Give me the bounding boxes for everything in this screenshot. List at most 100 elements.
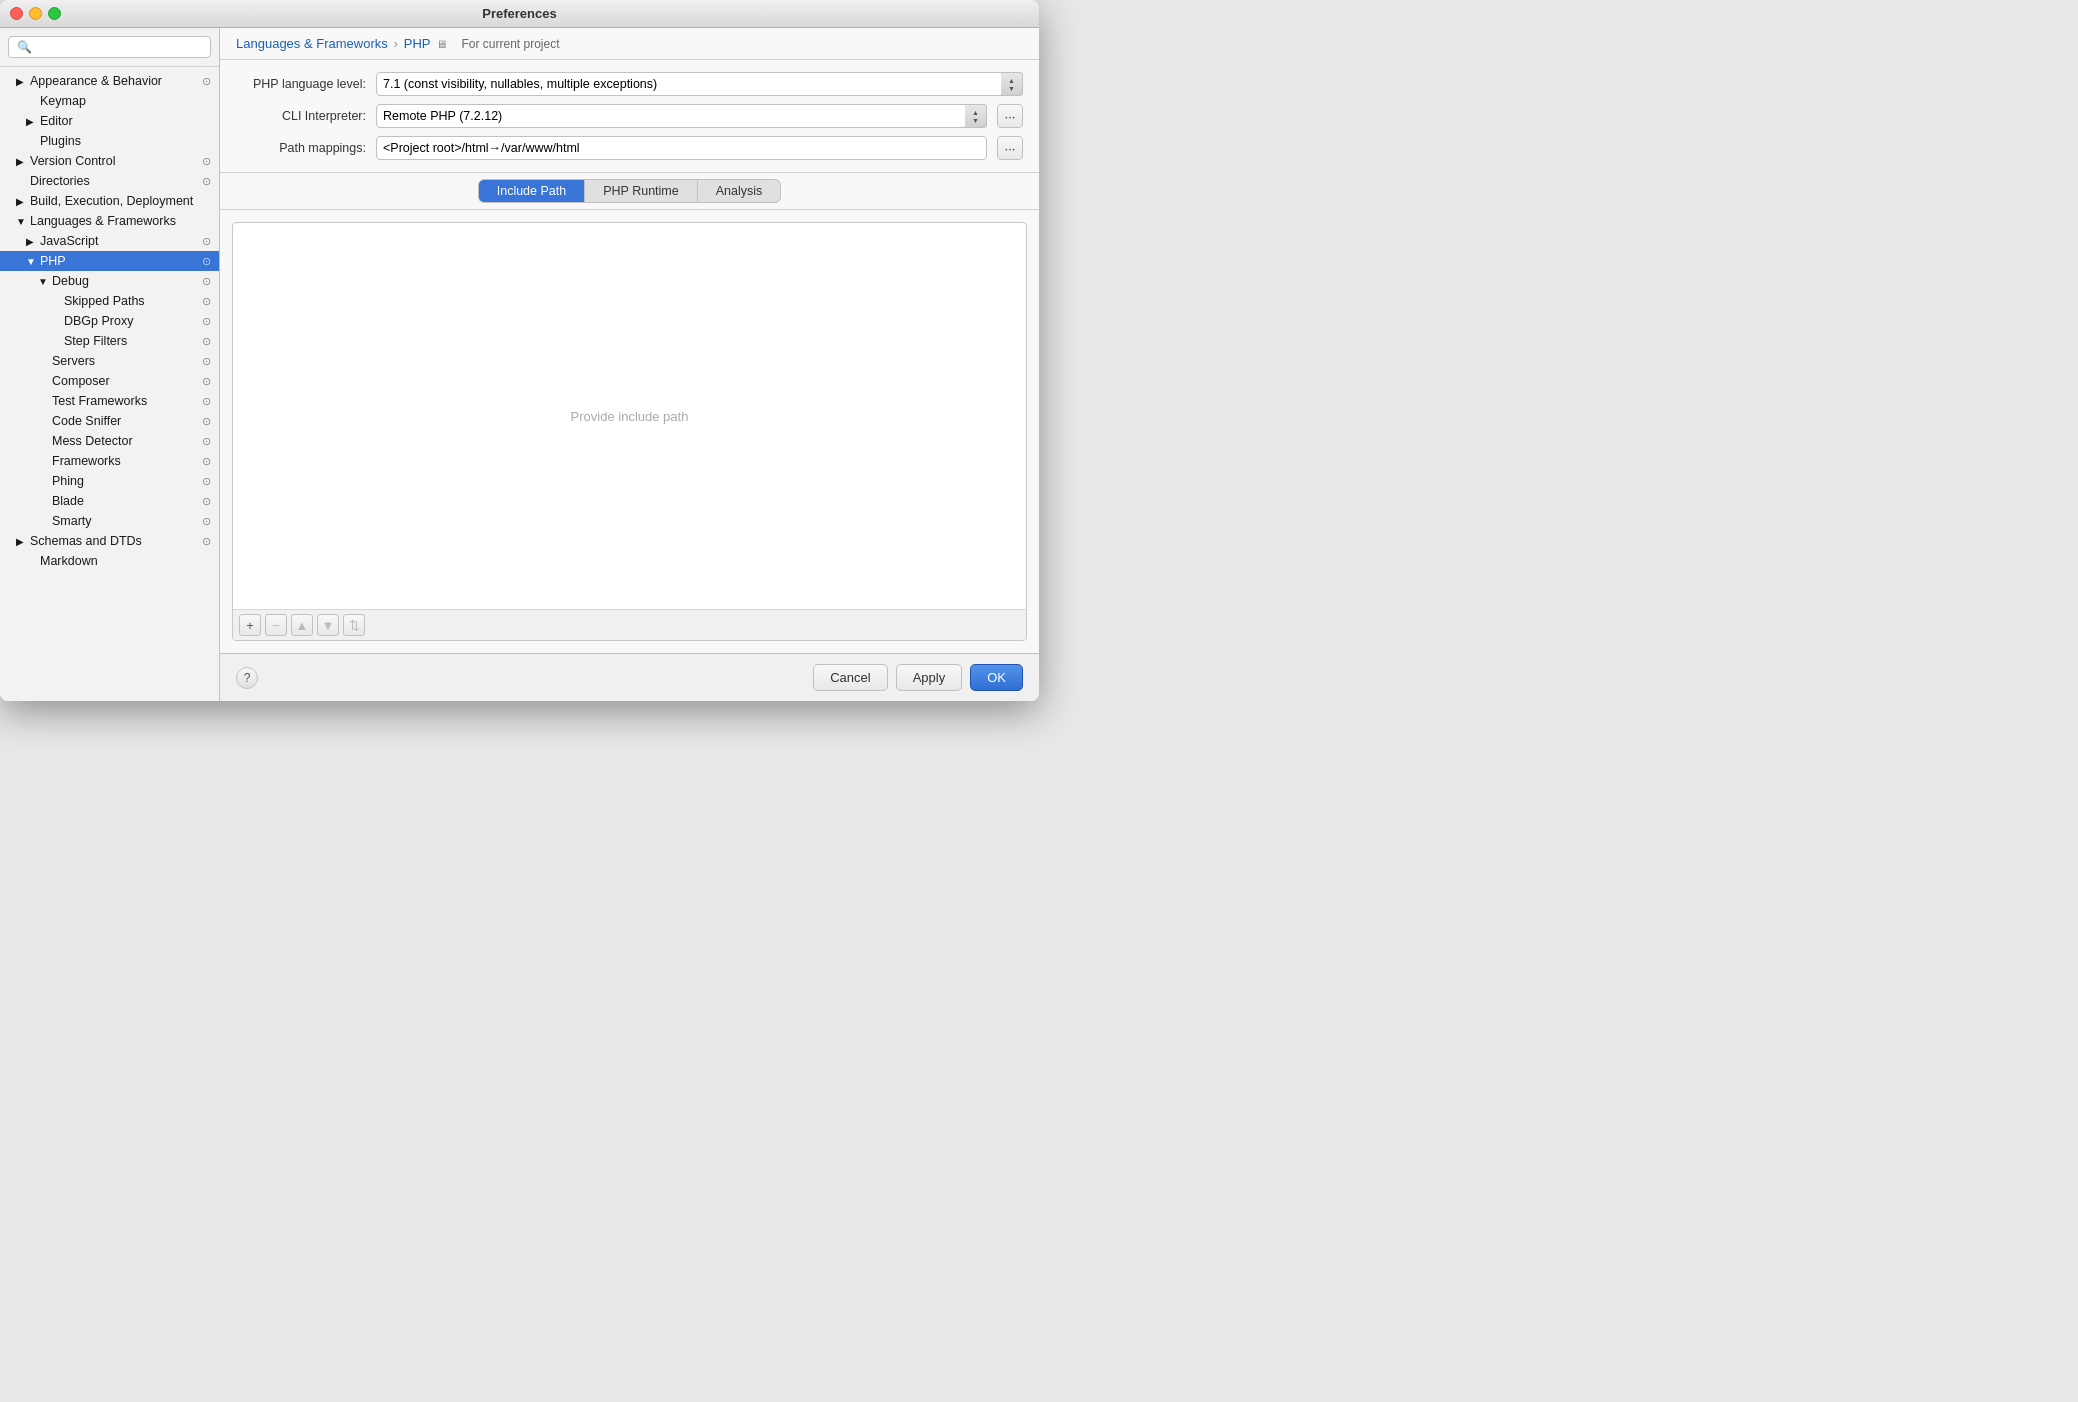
sidebar-item-skipped-paths[interactable]: Skipped Paths ⊙ xyxy=(0,291,219,311)
breadcrumb-separator: › xyxy=(394,37,398,51)
sidebar-item-debug[interactable]: ▼ Debug ⊙ xyxy=(0,271,219,291)
cli-label: CLI Interpreter: xyxy=(236,109,366,123)
sidebar-item-php[interactable]: ▼ PHP ⊙ xyxy=(0,251,219,271)
sidebar-item-frameworks[interactable]: Frameworks ⊙ xyxy=(0,451,219,471)
sidebar-item-mess-detector[interactable]: Mess Detector ⊙ xyxy=(0,431,219,451)
tab-include-path[interactable]: Include Path xyxy=(479,180,586,202)
settings-icon: ⊙ xyxy=(202,335,211,348)
php-level-row: PHP language level: 7.1 (const visibilit… xyxy=(236,72,1023,96)
settings-icon: ⊙ xyxy=(202,535,211,548)
sidebar-item-plugins[interactable]: Plugins xyxy=(0,131,219,151)
panel-area: Provide include path + − ▲ ▼ ⇅ xyxy=(220,210,1039,653)
path-input[interactable] xyxy=(376,136,987,160)
sidebar-item-composer[interactable]: Composer ⊙ xyxy=(0,371,219,391)
tab-php-runtime[interactable]: PHP Runtime xyxy=(585,180,698,202)
settings-icon: ⊙ xyxy=(202,375,211,388)
cli-arrow[interactable]: ▲ ▼ xyxy=(965,104,987,128)
sidebar-item-label: Schemas and DTDs xyxy=(30,534,142,548)
php-level-label: PHP language level: xyxy=(236,77,366,91)
sidebar-item-label: Directories xyxy=(30,174,90,188)
sidebar-item-smarty[interactable]: Smarty ⊙ xyxy=(0,511,219,531)
sidebar-item-label: PHP xyxy=(40,254,66,268)
arrow-icon: ▶ xyxy=(26,236,36,247)
breadcrumb-parent[interactable]: Languages & Frameworks xyxy=(236,36,388,51)
bottom-bar: ? Cancel Apply OK xyxy=(220,653,1039,701)
move-up-button[interactable]: ▲ xyxy=(291,614,313,636)
chevron-up-icon: ▲ xyxy=(1008,77,1015,84)
settings-icon: ⊙ xyxy=(202,255,211,268)
sidebar-item-appearance[interactable]: ▶ Appearance & Behavior ⊙ xyxy=(0,71,219,91)
sidebar-item-languages[interactable]: ▼ Languages & Frameworks xyxy=(0,211,219,231)
settings-icon: ⊙ xyxy=(202,355,211,368)
sidebar-item-label: Languages & Frameworks xyxy=(30,214,176,228)
ok-button[interactable]: OK xyxy=(970,664,1023,691)
sidebar-item-dbgp-proxy[interactable]: DBGp Proxy ⊙ xyxy=(0,311,219,331)
sidebar-item-label: DBGp Proxy xyxy=(64,314,133,328)
sidebar-item-version-control[interactable]: ▶ Version Control ⊙ xyxy=(0,151,219,171)
sidebar-item-test-frameworks[interactable]: Test Frameworks ⊙ xyxy=(0,391,219,411)
sidebar-item-build[interactable]: ▶ Build, Execution, Deployment xyxy=(0,191,219,211)
sort-button[interactable]: ⇅ xyxy=(343,614,365,636)
sidebar-item-blade[interactable]: Blade ⊙ xyxy=(0,491,219,511)
sidebar-item-label: Version Control xyxy=(30,154,115,168)
sidebar-item-javascript[interactable]: ▶ JavaScript ⊙ xyxy=(0,231,219,251)
include-panel-placeholder: Provide include path xyxy=(233,223,1026,609)
sidebar-item-label: Appearance & Behavior xyxy=(30,74,162,88)
settings-icon: ⊙ xyxy=(202,435,211,448)
form-area: PHP language level: 7.1 (const visibilit… xyxy=(220,60,1039,173)
sidebar-item-label: Blade xyxy=(52,494,84,508)
tab-analysis[interactable]: Analysis xyxy=(698,180,781,202)
arrow-icon: ▶ xyxy=(16,196,26,207)
cancel-button[interactable]: Cancel xyxy=(813,664,887,691)
sidebar-item-label: Debug xyxy=(52,274,89,288)
sidebar: ▶ Appearance & Behavior ⊙ Keymap ▶ Edito… xyxy=(0,28,220,701)
close-button[interactable] xyxy=(10,7,23,20)
sidebar-item-label: Servers xyxy=(52,354,95,368)
window-title: Preferences xyxy=(482,6,556,21)
path-more-button[interactable]: ··· xyxy=(997,136,1023,160)
placeholder-text: Provide include path xyxy=(571,409,689,424)
php-level-arrow[interactable]: ▲ ▼ xyxy=(1001,72,1023,96)
php-level-select[interactable]: 7.1 (const visibility, nullables, multip… xyxy=(376,72,1023,96)
sidebar-item-phing[interactable]: Phing ⊙ xyxy=(0,471,219,491)
minimize-button[interactable] xyxy=(29,7,42,20)
maximize-button[interactable] xyxy=(48,7,61,20)
sidebar-item-code-sniffer[interactable]: Code Sniffer ⊙ xyxy=(0,411,219,431)
sidebar-item-label: Phing xyxy=(52,474,84,488)
sidebar-item-label: Code Sniffer xyxy=(52,414,121,428)
chevron-up-icon: ▲ xyxy=(972,109,979,116)
arrow-icon: ▶ xyxy=(16,156,26,167)
sidebar-item-step-filters[interactable]: Step Filters ⊙ xyxy=(0,331,219,351)
sidebar-item-servers[interactable]: Servers ⊙ xyxy=(0,351,219,371)
sidebar-item-label: Build, Execution, Deployment xyxy=(30,194,193,208)
content-area: Languages & Frameworks › PHP 🖥 For curre… xyxy=(220,28,1039,701)
help-button[interactable]: ? xyxy=(236,667,258,689)
sidebar-item-label: Composer xyxy=(52,374,110,388)
sidebar-item-keymap[interactable]: Keymap xyxy=(0,91,219,111)
path-label: Path mappings: xyxy=(236,141,366,155)
apply-button[interactable]: Apply xyxy=(896,664,963,691)
breadcrumb-note: For current project xyxy=(461,37,559,51)
sidebar-item-directories[interactable]: Directories ⊙ xyxy=(0,171,219,191)
sidebar-item-editor[interactable]: ▶ Editor xyxy=(0,111,219,131)
cli-select[interactable]: Remote PHP (7.2.12) xyxy=(376,104,987,128)
search-input[interactable] xyxy=(8,36,211,58)
cli-more-button[interactable]: ··· xyxy=(997,104,1023,128)
settings-icon: ⊙ xyxy=(202,455,211,468)
remove-button[interactable]: − xyxy=(265,614,287,636)
sidebar-item-label: Skipped Paths xyxy=(64,294,145,308)
arrow-icon: ▼ xyxy=(16,216,26,227)
add-button[interactable]: + xyxy=(239,614,261,636)
arrow-icon: ▼ xyxy=(26,256,36,267)
sidebar-item-schemas-dtds[interactable]: ▶ Schemas and DTDs ⊙ xyxy=(0,531,219,551)
sidebar-item-label: Plugins xyxy=(40,134,81,148)
sidebar-item-markdown[interactable]: Markdown xyxy=(0,551,219,571)
breadcrumb: Languages & Frameworks › PHP 🖥 For curre… xyxy=(220,28,1039,60)
sidebar-item-label: Smarty xyxy=(52,514,92,528)
arrow-icon: ▼ xyxy=(38,276,48,287)
path-row: Path mappings: ··· xyxy=(236,136,1023,160)
move-down-button[interactable]: ▼ xyxy=(317,614,339,636)
project-icon: 🖥 xyxy=(436,38,447,50)
sidebar-item-label: Markdown xyxy=(40,554,98,568)
breadcrumb-current: PHP xyxy=(404,36,431,51)
